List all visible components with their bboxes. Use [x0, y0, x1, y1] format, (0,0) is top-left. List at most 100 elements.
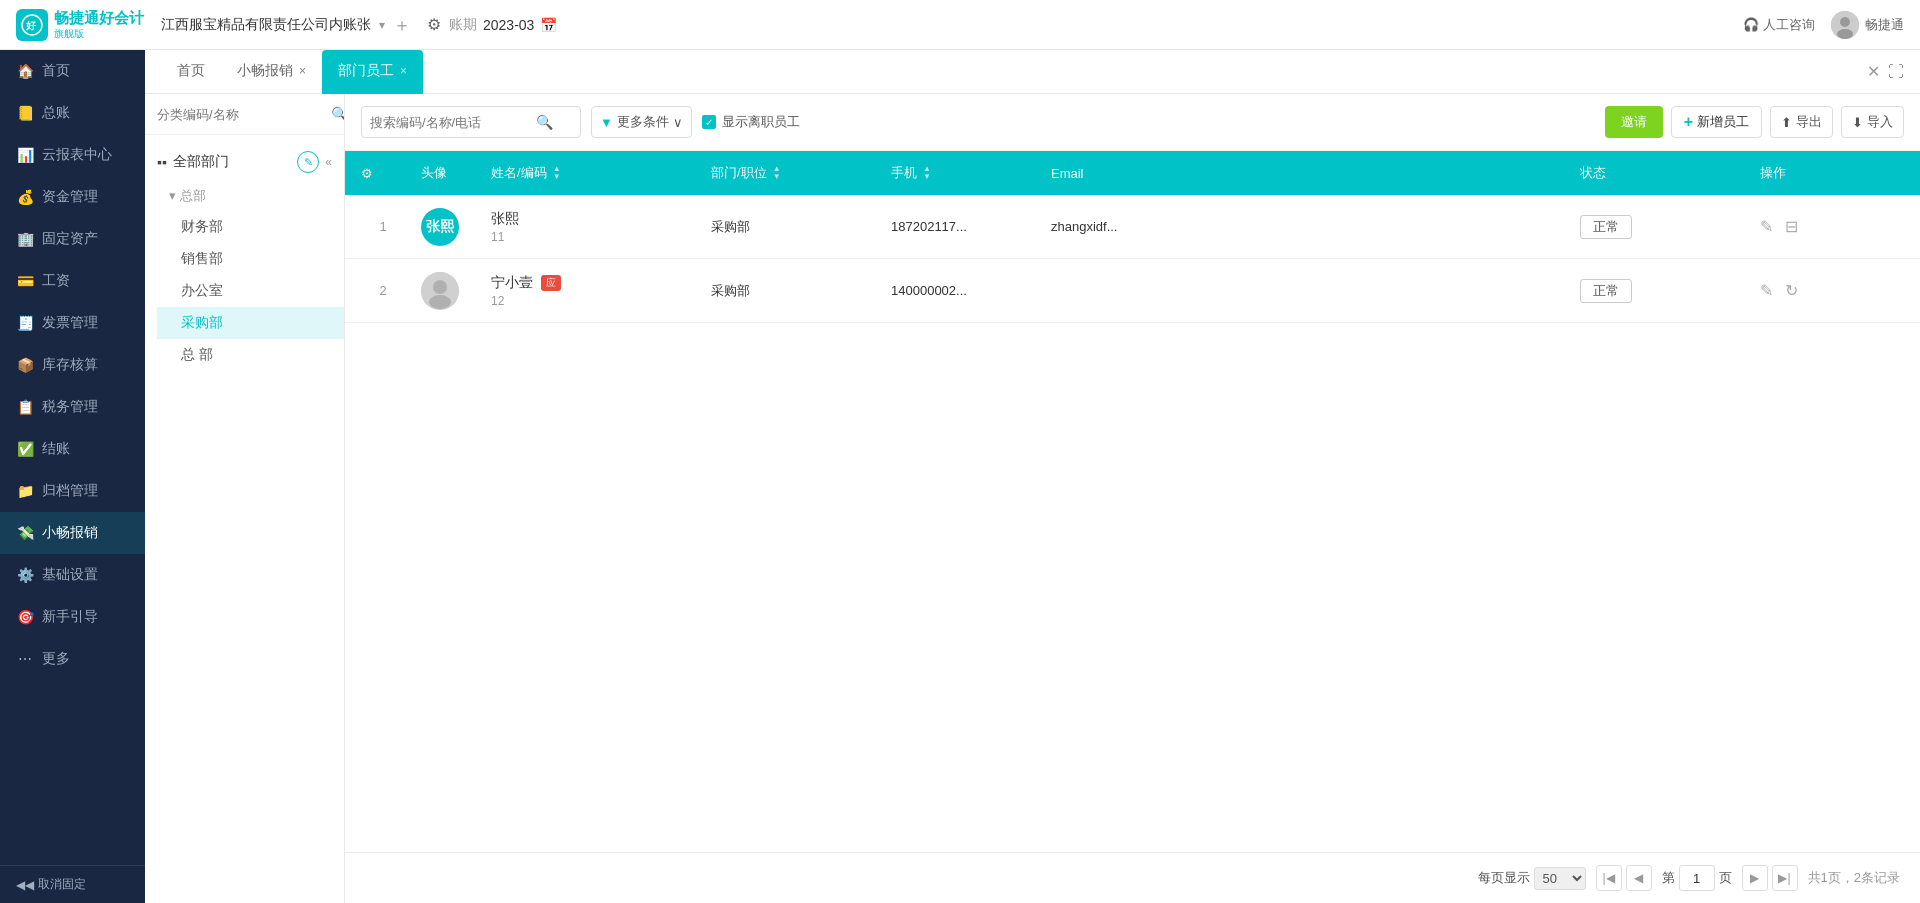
tab-close-xiaochang[interactable]: × [299, 64, 306, 78]
filter-button[interactable]: ▼ 更多条件 ∨ [591, 106, 692, 138]
refresh-icon-2[interactable]: ↻ [1785, 281, 1798, 300]
emp-code-1: 11 [491, 230, 695, 244]
tab-dept-employee[interactable]: 部门员工 × [322, 50, 423, 94]
emp-code-2: 12 [491, 294, 695, 308]
avatar-circle-2 [421, 272, 459, 310]
th-settings[interactable]: ⚙ [353, 166, 413, 181]
sidebar-item-tax[interactable]: 📋 税务管理 [0, 386, 145, 428]
total-records: 共1页，2条记录 [1808, 869, 1900, 887]
period-selector[interactable]: 账期 2023-03 📅 [449, 16, 557, 34]
import-button[interactable]: ⬇ 导入 [1841, 106, 1904, 138]
logout-icon-1[interactable]: ⊟ [1785, 217, 1798, 236]
sidebar-item-funds[interactable]: 💰 资金管理 [0, 176, 145, 218]
sidebar-item-guide[interactable]: 🎯 新手引导 [0, 596, 145, 638]
add-employee-label: 新增员工 [1697, 113, 1749, 131]
home-icon: 🏠 [16, 63, 34, 79]
sidebar-item-settings[interactable]: ⚙️ 基础设置 [0, 554, 145, 596]
filter-arrow-icon: ∨ [673, 115, 683, 130]
tab-xiaochang[interactable]: 小畅报销 × [221, 50, 322, 94]
td-status-2: 正常 [1572, 279, 1752, 303]
action-icons-2: ✎ ↻ [1760, 281, 1904, 300]
collapse-icon[interactable]: « [325, 155, 332, 169]
sidebar-item-checkout[interactable]: ✅ 结账 [0, 428, 145, 470]
tab-home[interactable]: 首页 [161, 50, 221, 94]
page-unit: 页 [1719, 869, 1732, 887]
page-number-input[interactable] [1679, 865, 1715, 891]
employee-table: ⚙ 头像 姓名/编码 ▲ ▼ 部门/职位 ▲ [345, 151, 1920, 852]
filter-icon: ▼ [600, 115, 613, 130]
ledger-icon: 📒 [16, 105, 34, 121]
last-page-button[interactable]: ▶| [1772, 865, 1798, 891]
dept-node-purchase[interactable]: 采购部 [157, 307, 344, 339]
edit-icon-2[interactable]: ✎ [1760, 281, 1773, 300]
user-menu[interactable]: 畅捷通 [1831, 11, 1904, 39]
dept-search-input[interactable] [157, 107, 325, 122]
toolbar-right: 邀请 + 新增员工 ⬆ 导出 ⬇ 导入 [1605, 106, 1904, 138]
tab-expand-btn[interactable]: ⛶ [1888, 63, 1904, 81]
calendar-icon: 📅 [540, 17, 557, 33]
sidebar-item-ledger[interactable]: 📒 总账 [0, 92, 145, 134]
page-content: 🔍 ▪▪ 全部部门 ✎ « ▾ 总部 [145, 94, 1920, 903]
next-page-button[interactable]: ▶ [1742, 865, 1768, 891]
gear-icon[interactable]: ⚙ [427, 15, 441, 34]
sidebar-item-reports[interactable]: 📊 云报表中心 [0, 134, 145, 176]
export-button[interactable]: ⬆ 导出 [1770, 106, 1833, 138]
dept-node-office[interactable]: 办公室 [157, 275, 344, 307]
td-index-1: 1 [353, 219, 413, 234]
unpin-button[interactable]: ◀◀ 取消固定 [0, 865, 145, 903]
dept-node-finance[interactable]: 财务部 [157, 211, 344, 243]
th-name-code-label: 姓名/编码 [491, 164, 547, 182]
th-name-code[interactable]: 姓名/编码 ▲ ▼ [483, 164, 703, 182]
invite-button[interactable]: 邀请 [1605, 106, 1663, 138]
dept-search-icon[interactable]: 🔍 [331, 106, 345, 122]
service-button[interactable]: 🎧 人工咨询 [1743, 16, 1815, 34]
company-selector[interactable]: 江西服宝精品有限责任公司内账张 ▾ [161, 16, 385, 34]
first-page-button[interactable]: |◀ [1596, 865, 1622, 891]
sidebar-label-reports: 云报表中心 [42, 146, 112, 164]
sidebar-item-home[interactable]: 🏠 首页 [0, 50, 145, 92]
page-size-dropdown[interactable]: 50 10 20 100 [1534, 867, 1586, 890]
topbar: 好 畅捷通好会计 旗舰版 江西服宝精品有限责任公司内账张 ▾ ＋ ⚙ 账期 20… [0, 0, 1920, 50]
prev-page-button[interactable]: ◀ [1626, 865, 1652, 891]
td-dept-2: 采购部 [703, 282, 883, 300]
sidebar-item-inventory[interactable]: 📦 库存核算 [0, 344, 145, 386]
status-badge-2: 正常 [1580, 279, 1632, 303]
show-resigned-toggle[interactable]: ✓ 显示离职员工 [702, 113, 800, 131]
dept-tree-content: ▪▪ 全部部门 ✎ « ▾ 总部 财务部 销售部 办公室 采购部 [145, 135, 344, 903]
inventory-icon: 📦 [16, 357, 34, 373]
search-icon[interactable]: 🔍 [536, 114, 553, 130]
period-label: 账期 [449, 16, 477, 34]
page-prefix: 第 [1662, 869, 1675, 887]
th-dept-position[interactable]: 部门/职位 ▲ ▼ [703, 164, 883, 182]
sidebar-item-archive[interactable]: 📁 归档管理 [0, 470, 145, 512]
tab-close-dept-employee[interactable]: × [400, 64, 407, 78]
all-dept-header[interactable]: ▪▪ 全部部门 ✎ « [145, 143, 344, 181]
archive-icon: 📁 [16, 483, 34, 499]
sidebar-item-more[interactable]: ⋯ 更多 [0, 638, 145, 680]
import-icon: ⬇ [1852, 115, 1863, 130]
sidebar-label-more: 更多 [42, 650, 70, 668]
sort-arrows-phone: ▲ ▼ [923, 165, 931, 181]
tab-bar: 首页 小畅报销 × 部门员工 × ✕ ⛶ [145, 50, 1920, 94]
dept-edit-icon[interactable]: ✎ [297, 151, 319, 173]
reports-icon: 📊 [16, 147, 34, 163]
employee-panel: 🔍 ▼ 更多条件 ∨ ✓ 显示离职员工 邀请 + [345, 94, 1920, 903]
sidebar-item-payroll[interactable]: 💳 工资 [0, 260, 145, 302]
dept-node-sales[interactable]: 销售部 [157, 243, 344, 275]
edit-icon-1[interactable]: ✎ [1760, 217, 1773, 236]
expense-icon: 💸 [16, 525, 34, 541]
employee-search-input[interactable] [370, 115, 530, 130]
unpin-label: 取消固定 [38, 876, 86, 893]
add-icon[interactable]: ＋ [393, 13, 411, 37]
sidebar-item-invoice[interactable]: 🧾 发票管理 [0, 302, 145, 344]
sidebar-item-expense[interactable]: 💸 小畅报销 [0, 512, 145, 554]
th-phone-label: 手机 [891, 164, 917, 182]
dept-search-box: 🔍 [145, 94, 344, 135]
th-phone[interactable]: 手机 ▲ ▼ [883, 164, 1043, 182]
add-employee-button[interactable]: + 新增员工 [1671, 106, 1762, 138]
sidebar-label-invoice: 发票管理 [42, 314, 98, 332]
tab-close-btn[interactable]: ✕ [1867, 62, 1880, 81]
svg-point-3 [1840, 17, 1850, 27]
sidebar-item-assets[interactable]: 🏢 固定资产 [0, 218, 145, 260]
dept-node-head[interactable]: 总 部 [157, 339, 344, 371]
